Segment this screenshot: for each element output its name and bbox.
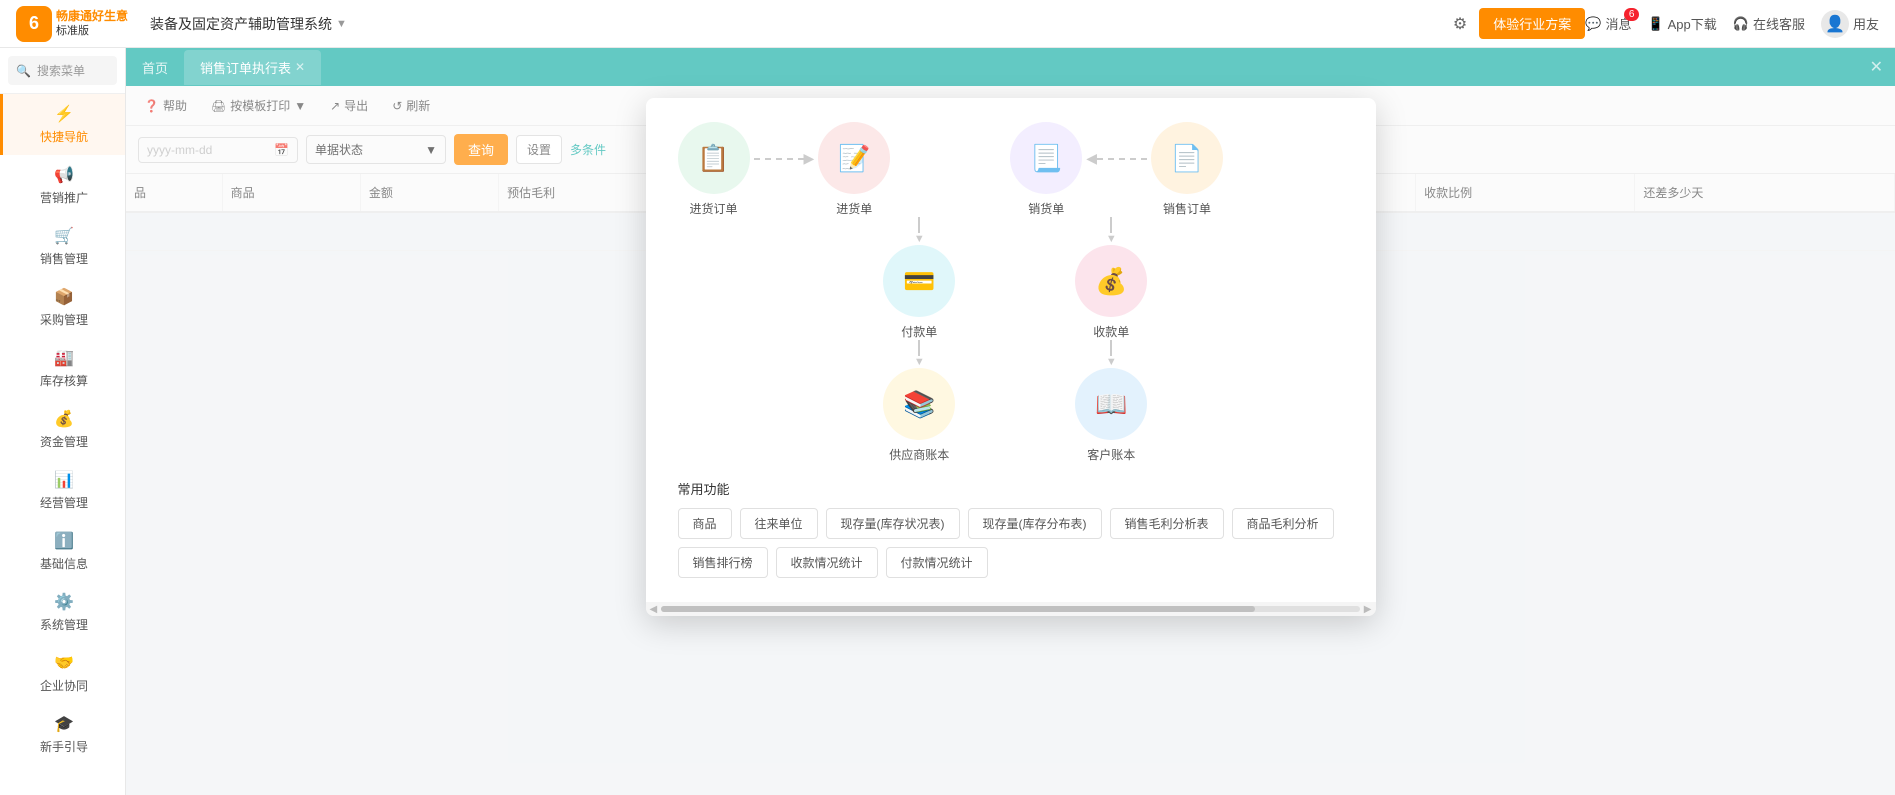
flow-label-customer-ledger: 客户账本 <box>1087 446 1135 463</box>
inventory-icon: 🏭 <box>54 348 74 368</box>
headset-icon: 🎧 <box>1733 16 1749 32</box>
sidebar-item-beginner[interactable]: 🎓 新手引导 <box>0 704 125 765</box>
quick-nav-icon: ⚡ <box>54 104 74 124</box>
sidebar-item-inventory[interactable]: 🏭 库存核算 <box>0 338 125 399</box>
system-title: 装备及固定资产辅助管理系统 <box>150 14 332 34</box>
logo-icon: 6 <box>16 6 52 42</box>
flow-node-sales-bill[interactable]: 📃 <box>1010 122 1082 194</box>
sidebar-item-purchase[interactable]: 📦 采购管理 <box>0 277 125 338</box>
search-menu-button[interactable]: 🔍 搜索菜单 <box>8 56 117 85</box>
scroll-left-icon[interactable]: ◀ <box>650 604 658 615</box>
sidebar-item-finance[interactable]: 💰 资金管理 <box>0 399 125 460</box>
flow-node-payment[interactable]: 💳 <box>883 245 955 317</box>
beginner-icon: 🎓 <box>54 714 74 734</box>
user-avatar: 👤 <box>1821 10 1849 38</box>
marketing-icon: 📢 <box>54 165 74 185</box>
flow-label-payment: 付款单 <box>901 323 937 340</box>
system-icon: ⚙️ <box>54 592 74 612</box>
func-btn-receipt-stats[interactable]: 收款情况统计 <box>776 547 878 578</box>
flow-label-purchase-bill: 进货单 <box>836 200 872 217</box>
func-buttons-row1: 商品 往来单位 现存量(库存状况表) 现存量(库存分布表) 销售毛利分析表 商品… <box>678 508 1344 539</box>
func-btn-partner[interactable]: 往来单位 <box>740 508 818 539</box>
func-btn-product-profit[interactable]: 商品毛利分析 <box>1232 508 1334 539</box>
enterprise-icon: 🤝 <box>54 653 74 673</box>
flow-node-customer-ledger[interactable]: 📖 <box>1075 368 1147 440</box>
finance-icon: 💰 <box>54 409 74 429</box>
flow-label-sales-order: 销售订单 <box>1163 200 1211 217</box>
flow-node-sales-order[interactable]: 📄 <box>1151 122 1223 194</box>
sidebar-item-enterprise[interactable]: 🤝 企业协同 <box>0 643 125 704</box>
sales-icon: 🛒 <box>54 226 74 246</box>
scroll-right-icon[interactable]: ▶ <box>1364 604 1372 615</box>
quick-nav-popup: 📋 进货订单 ▶ <box>646 98 1376 616</box>
message-icon: 💬 <box>1585 16 1601 32</box>
func-buttons-row2: 销售排行榜 收款情况统计 付款情况统计 <box>678 547 1344 578</box>
popup-scrollbar[interactable]: ◀ ▶ <box>646 602 1376 616</box>
flow-node-supplier-ledger[interactable]: 📚 <box>883 368 955 440</box>
flow-label-supplier-ledger: 供应商账本 <box>889 446 949 463</box>
user-menu[interactable]: 👤 用友 <box>1821 10 1879 38</box>
common-functions-section: 常用功能 商品 往来单位 现存量(库存状况表) 现存量(库存分布表) 销售毛利分… <box>678 479 1344 578</box>
func-btn-inventory-dist[interactable]: 现存量(库存分布表) <box>968 508 1102 539</box>
flow-label-purchase-order: 进货订单 <box>689 200 737 217</box>
flow-label-sales-bill: 销货单 <box>1028 200 1064 217</box>
sidebar-item-marketing[interactable]: 📢 营销推广 <box>0 155 125 216</box>
sidebar-search-area: 🔍 搜索菜单 <box>0 48 125 94</box>
system-title-arrow[interactable]: ▼ <box>336 18 347 30</box>
func-btn-payment-stats[interactable]: 付款情况统计 <box>886 547 988 578</box>
download-icon: 📱 <box>1647 16 1663 32</box>
popup-overlay[interactable]: 📋 进货订单 ▶ <box>126 48 1895 795</box>
func-btn-sales-ranking[interactable]: 销售排行榜 <box>678 547 768 578</box>
func-btn-sales-profit[interactable]: 销售毛利分析表 <box>1110 508 1224 539</box>
common-functions-title: 常用功能 <box>678 479 1344 498</box>
online-service-button[interactable]: 🎧 在线客服 <box>1733 14 1805 33</box>
app-download-button[interactable]: 📱 App下载 <box>1647 14 1716 33</box>
flow-label-receipt: 收款单 <box>1093 323 1129 340</box>
settings-icon[interactable]: ⚙ <box>1453 14 1467 34</box>
flow-node-purchase-bill[interactable]: 📝 <box>818 122 890 194</box>
sidebar-nav: ⚡ 快捷导航 📢 营销推广 🛒 销售管理 📦 采购管理 🏭 库存核算 <box>0 94 125 795</box>
sidebar-item-quick-nav[interactable]: ⚡ 快捷导航 <box>0 94 125 155</box>
purchase-icon: 📦 <box>54 287 74 307</box>
logo-text: 畅康通好生意 标准版 <box>56 9 128 39</box>
func-btn-inventory-status[interactable]: 现存量(库存状况表) <box>826 508 960 539</box>
try-industry-button[interactable]: 体验行业方案 <box>1479 8 1585 39</box>
basic-info-icon: ℹ️ <box>54 531 74 551</box>
func-btn-product[interactable]: 商品 <box>678 508 732 539</box>
message-button[interactable]: 💬 消息 6 <box>1585 14 1631 33</box>
scrollbar-thumb[interactable] <box>661 606 1255 612</box>
operations-icon: 📊 <box>54 470 74 490</box>
sidebar-item-system[interactable]: ⚙️ 系统管理 <box>0 582 125 643</box>
search-icon: 🔍 <box>16 64 31 78</box>
sidebar-item-sales[interactable]: 🛒 销售管理 <box>0 216 125 277</box>
sidebar-item-basic-info[interactable]: ℹ️ 基础信息 <box>0 521 125 582</box>
flow-node-receipt[interactable]: 💰 <box>1075 245 1147 317</box>
message-badge: 6 <box>1624 8 1640 21</box>
flow-node-purchase-order[interactable]: 📋 <box>678 122 750 194</box>
sidebar-item-operations[interactable]: 📊 经营管理 <box>0 460 125 521</box>
